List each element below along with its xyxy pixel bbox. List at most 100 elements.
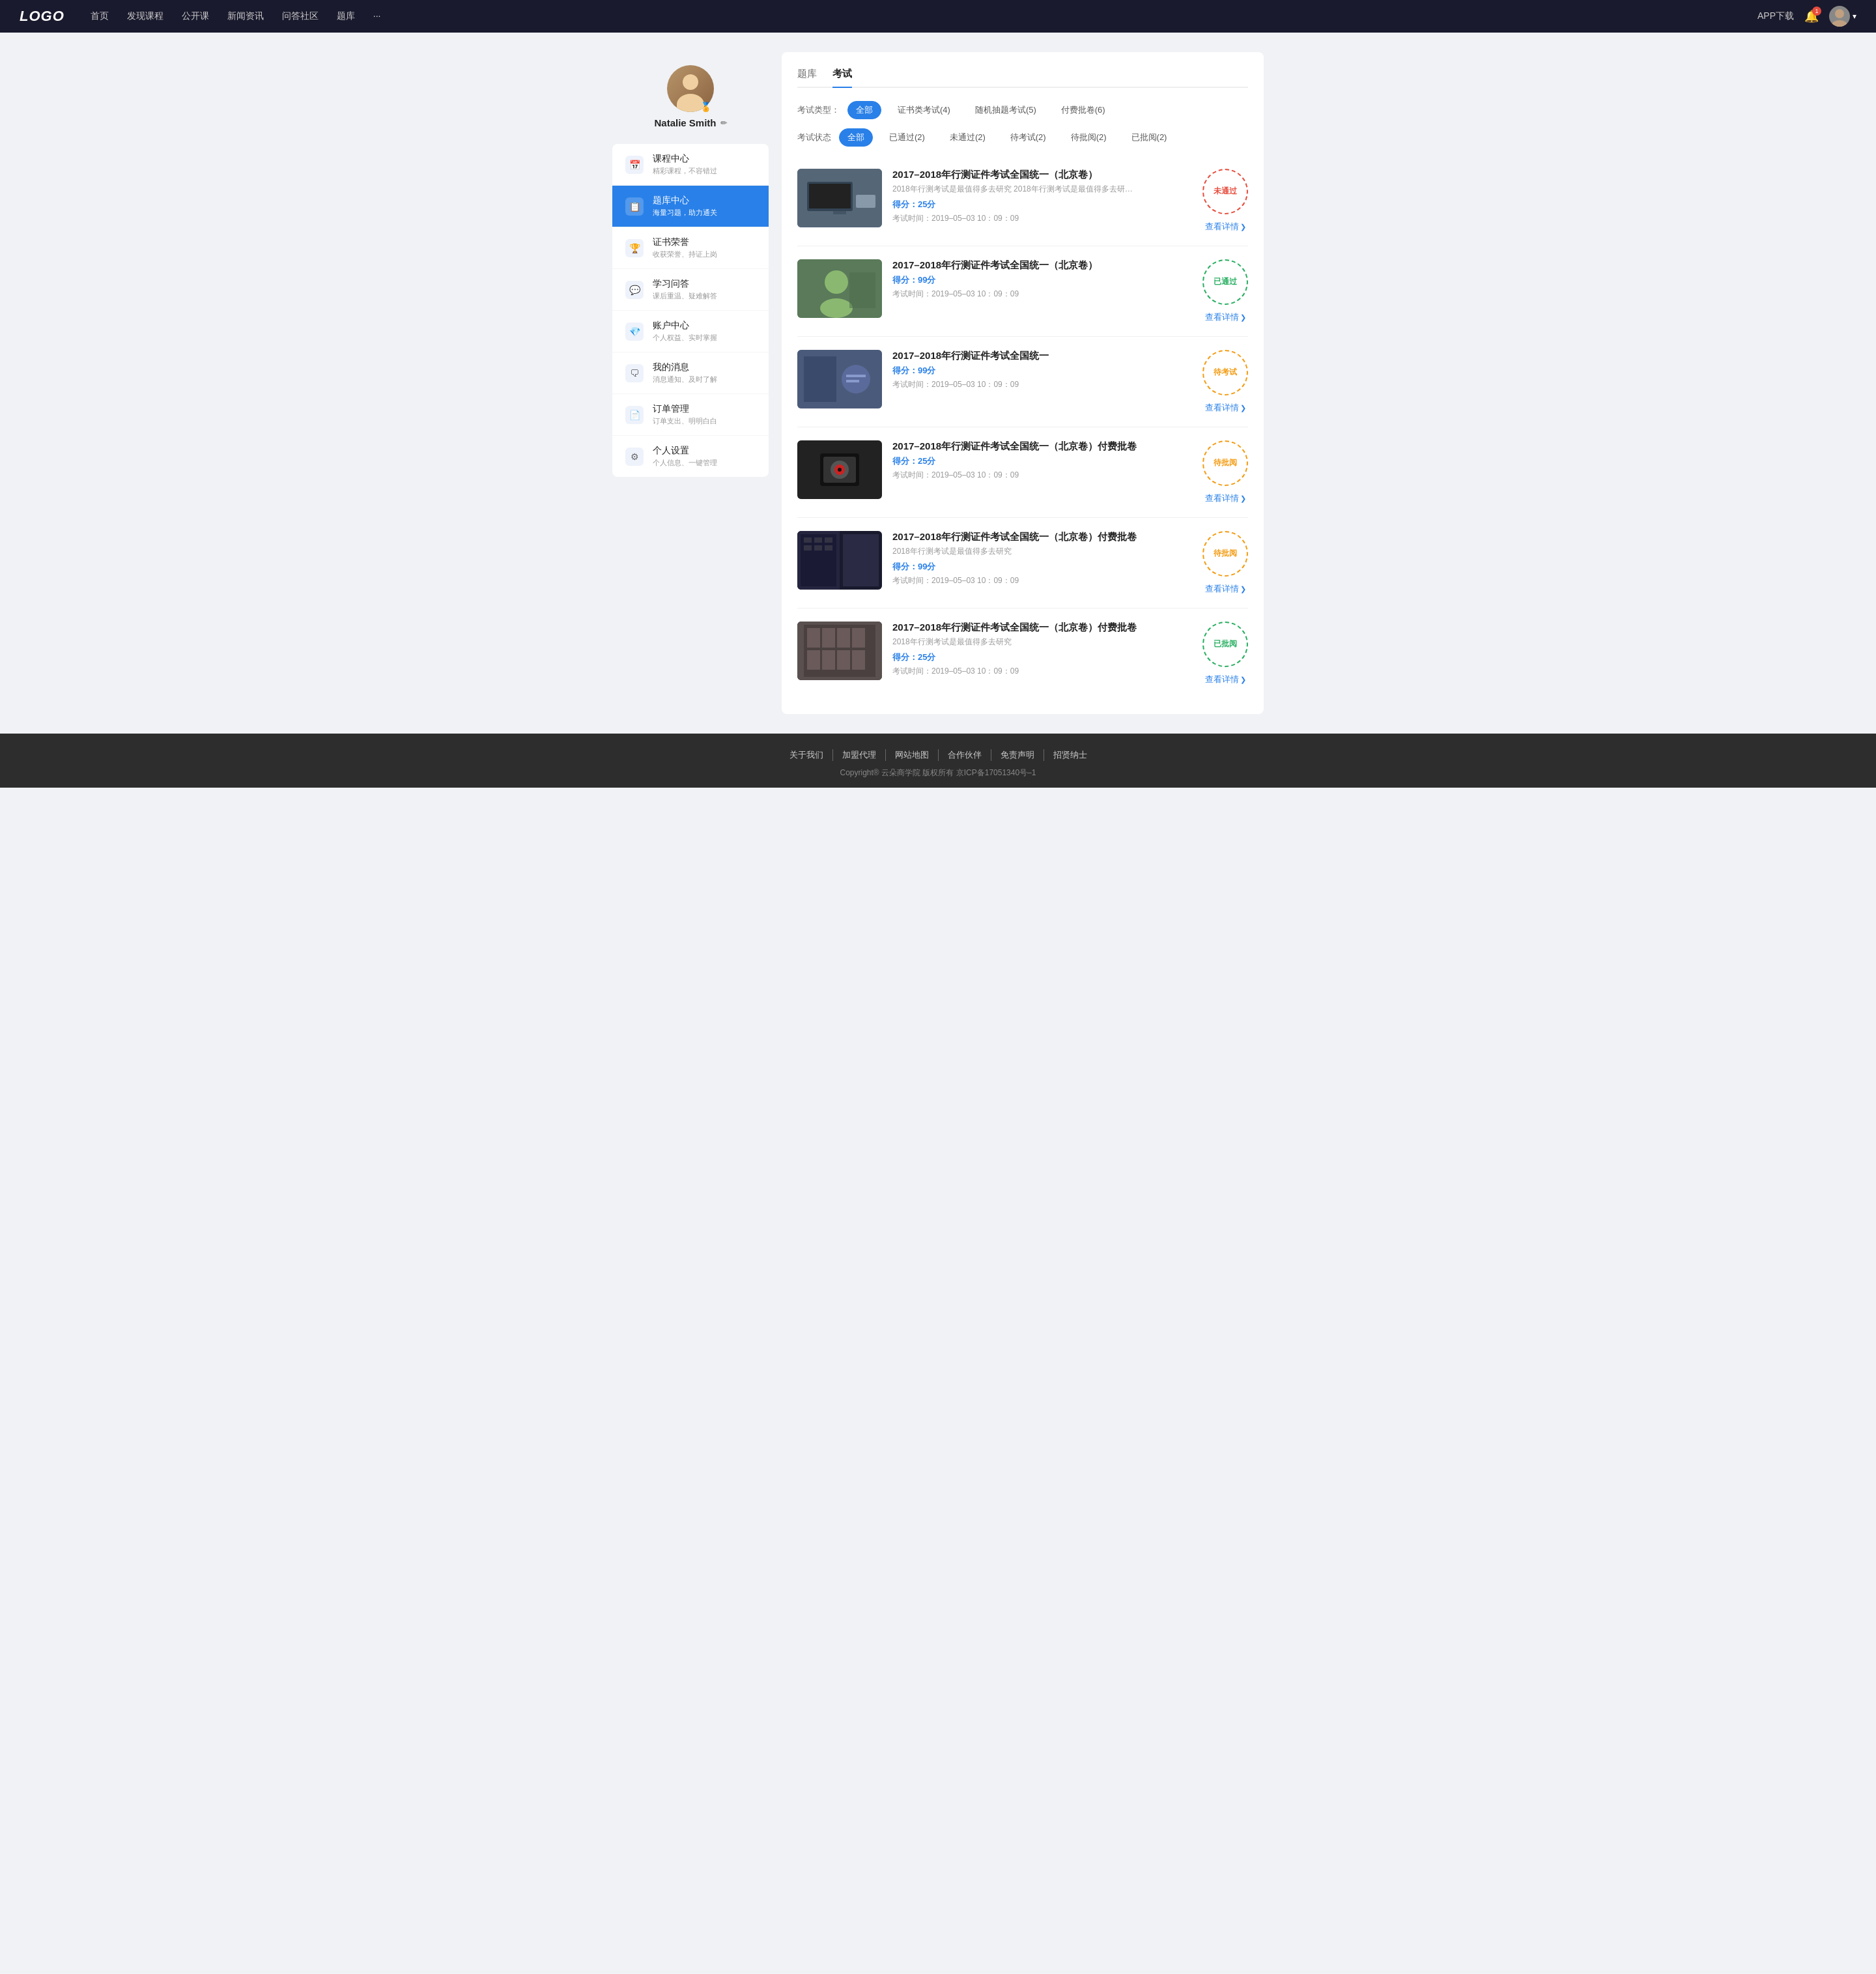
footer-link-sitemap[interactable]: 网站地图 bbox=[886, 749, 939, 761]
app-download[interactable]: APP下载 bbox=[1757, 10, 1794, 22]
svg-rect-25 bbox=[804, 537, 812, 543]
bell-badge: 1 bbox=[1812, 7, 1821, 16]
exam-score-5: 得分：99分 bbox=[892, 561, 1192, 573]
question-bank-title: 题库中心 bbox=[653, 195, 717, 207]
footer-link-agent[interactable]: 加盟代理 bbox=[833, 749, 886, 761]
navbar-right: APP下载 🔔 1 ▾ bbox=[1757, 6, 1856, 27]
svg-rect-29 bbox=[814, 545, 822, 551]
type-filter-paid[interactable]: 付费批卷(6) bbox=[1053, 101, 1114, 119]
svg-rect-28 bbox=[804, 545, 812, 551]
nav-bank[interactable]: 题库 bbox=[337, 10, 355, 22]
settings-sub: 个人信息、一键管理 bbox=[653, 458, 717, 468]
detail-link-5[interactable]: 查看详情 bbox=[1205, 583, 1246, 595]
tab-question-bank[interactable]: 题库 bbox=[797, 68, 817, 87]
exam-item: 2017–2018年行测证件考试全国统一（北京卷） 得分：99分 考试时间：20… bbox=[797, 246, 1248, 337]
svg-rect-10 bbox=[849, 272, 875, 308]
exam-title-2: 2017–2018年行测证件考试全国统一（北京卷） bbox=[892, 259, 1192, 272]
sidebar-badge-icon: 🏅 bbox=[700, 102, 711, 112]
status-stamp-3: 待考试 bbox=[1202, 350, 1248, 395]
edit-icon[interactable]: ✏ bbox=[720, 119, 727, 128]
user-avatar-wrap[interactable]: ▾ bbox=[1829, 6, 1856, 27]
exam-item: 2017–2018年行测证件考试全国统一 得分：99分 考试时间：2019–05… bbox=[797, 337, 1248, 427]
sidebar-item-course[interactable]: 📅 课程中心 精彩课程，不容错过 bbox=[612, 144, 769, 186]
exam-right-6: 已批阅 查看详情 bbox=[1202, 622, 1248, 685]
footer-links: 关于我们 加盟代理 网站地图 合作伙伴 免责声明 招贤纳士 bbox=[0, 749, 1876, 761]
settings-title: 个人设置 bbox=[653, 445, 717, 457]
type-filter-all[interactable]: 全部 bbox=[847, 101, 881, 119]
main-content: 题库 考试 考试类型： 全部 证书类考试(4) 随机抽题考试(5) 付费批卷(6… bbox=[782, 52, 1264, 714]
nav-home[interactable]: 首页 bbox=[91, 10, 109, 22]
footer-link-partner[interactable]: 合作伙伴 bbox=[939, 749, 991, 761]
navbar: LOGO 首页 发现课程 公开课 新闻资讯 问答社区 题库 ··· APP下载 … bbox=[0, 0, 1876, 33]
exam-time-6: 考试时间：2019–05–03 10：09：09 bbox=[892, 666, 1192, 677]
exam-thumb-1 bbox=[797, 169, 882, 227]
question-bank-icon: 📋 bbox=[625, 197, 644, 216]
exam-title-3: 2017–2018年行测证件考试全国统一 bbox=[892, 350, 1192, 362]
detail-link-2[interactable]: 查看详情 bbox=[1205, 311, 1246, 323]
exam-score-1: 得分：25分 bbox=[892, 199, 1192, 210]
status-filter-pending-review[interactable]: 待批阅(2) bbox=[1062, 128, 1115, 147]
status-filter-reviewed[interactable]: 已批阅(2) bbox=[1123, 128, 1176, 147]
status-filter-not-passed[interactable]: 未通过(2) bbox=[941, 128, 994, 147]
nav-more[interactable]: ··· bbox=[373, 10, 381, 22]
sidebar-profile: 🏅 Natalie Smith ✏ bbox=[612, 52, 769, 144]
sidebar-item-order[interactable]: 📄 订单管理 订单支出、明明白白 bbox=[612, 394, 769, 436]
svg-rect-6 bbox=[856, 195, 875, 208]
qa-title: 学习问答 bbox=[653, 278, 717, 290]
exam-item: 2017–2018年行测证件考试全国统一（北京卷）付费批卷 得分：25分 考试时… bbox=[797, 427, 1248, 518]
bell-icon[interactable]: 🔔 1 bbox=[1804, 9, 1819, 23]
exam-info-6: 2017–2018年行测证件考试全国统一（北京卷）付费批卷 2018年行测考试是… bbox=[892, 622, 1192, 677]
exam-time-1: 考试时间：2019–05–03 10：09：09 bbox=[892, 213, 1192, 224]
nav-links: 首页 发现课程 公开课 新闻资讯 问答社区 题库 ··· bbox=[91, 10, 1757, 22]
type-filter-certificate[interactable]: 证书类考试(4) bbox=[889, 101, 959, 119]
footer-copyright: Copyright® 云朵商学院 版权所有 京ICP备17051340号–1 bbox=[0, 767, 1876, 779]
detail-link-3[interactable]: 查看详情 bbox=[1205, 402, 1246, 414]
exam-right-1: 未通过 查看详情 bbox=[1202, 169, 1248, 233]
account-title: 账户中心 bbox=[653, 320, 717, 332]
footer-link-about[interactable]: 关于我们 bbox=[780, 749, 833, 761]
svg-rect-12 bbox=[804, 356, 836, 402]
exam-info-4: 2017–2018年行测证件考试全国统一（北京卷）付费批卷 得分：25分 考试时… bbox=[892, 440, 1192, 481]
tab-exam[interactable]: 考试 bbox=[832, 68, 852, 87]
sidebar-username: Natalie Smith ✏ bbox=[654, 117, 726, 128]
content-tabs: 题库 考试 bbox=[797, 68, 1248, 88]
status-stamp-5: 待批阅 bbox=[1202, 531, 1248, 577]
type-filter-random[interactable]: 随机抽题考试(5) bbox=[967, 101, 1045, 119]
sidebar-item-question-bank[interactable]: 📋 题库中心 海量习题，助力通关 bbox=[612, 186, 769, 227]
svg-point-9 bbox=[820, 298, 853, 318]
logo: LOGO bbox=[20, 8, 64, 25]
nav-discover[interactable]: 发现课程 bbox=[127, 10, 163, 22]
order-sub: 订单支出、明明白白 bbox=[653, 416, 717, 426]
sidebar-item-message[interactable]: 🗨 我的消息 消息通知、及时了解 bbox=[612, 352, 769, 394]
order-title: 订单管理 bbox=[653, 403, 717, 415]
message-title: 我的消息 bbox=[653, 362, 717, 373]
sidebar-item-account[interactable]: 💎 账户中心 个人权益、实时掌握 bbox=[612, 311, 769, 352]
sidebar-item-certificate[interactable]: 🏆 证书荣誉 收获荣誉、持证上岗 bbox=[612, 227, 769, 269]
exam-score-2: 得分：99分 bbox=[892, 274, 1192, 286]
status-filter-passed[interactable]: 已通过(2) bbox=[881, 128, 933, 147]
exam-title-5: 2017–2018年行测证件考试全国统一（北京卷）付费批卷 bbox=[892, 531, 1192, 543]
exam-right-2: 已通过 查看详情 bbox=[1202, 259, 1248, 323]
sidebar-item-qa[interactable]: 💬 学习问答 课后重温、疑难解答 bbox=[612, 269, 769, 311]
status-stamp-1: 未通过 bbox=[1202, 169, 1248, 214]
detail-link-1[interactable]: 查看详情 bbox=[1205, 221, 1246, 233]
status-filter-pending-exam[interactable]: 待考试(2) bbox=[1002, 128, 1055, 147]
svg-rect-15 bbox=[846, 380, 859, 382]
exam-thumb-6 bbox=[797, 622, 882, 680]
exam-thumb-5 bbox=[797, 531, 882, 590]
detail-link-6[interactable]: 查看详情 bbox=[1205, 674, 1246, 685]
type-filter-label: 考试类型： bbox=[797, 104, 840, 116]
status-stamp-4: 待批阅 bbox=[1202, 440, 1248, 486]
exam-score-6: 得分：25分 bbox=[892, 651, 1192, 663]
exam-item: 2017–2018年行测证件考试全国统一（北京卷）付费批卷 2018年行测考试是… bbox=[797, 518, 1248, 608]
sidebar-item-settings[interactable]: ⚙ 个人设置 个人信息、一键管理 bbox=[612, 436, 769, 477]
footer-link-disclaimer[interactable]: 免责声明 bbox=[991, 749, 1044, 761]
footer-link-recruit[interactable]: 招贤纳士 bbox=[1044, 749, 1096, 761]
nav-open-course[interactable]: 公开课 bbox=[182, 10, 209, 22]
nav-news[interactable]: 新闻资讯 bbox=[227, 10, 264, 22]
nav-qa[interactable]: 问答社区 bbox=[282, 10, 319, 22]
detail-link-4[interactable]: 查看详情 bbox=[1205, 493, 1246, 504]
exam-thumb-3 bbox=[797, 350, 882, 408]
exam-title-1: 2017–2018年行测证件考试全国统一（北京卷） bbox=[892, 169, 1192, 181]
status-filter-all[interactable]: 全部 bbox=[839, 128, 873, 147]
